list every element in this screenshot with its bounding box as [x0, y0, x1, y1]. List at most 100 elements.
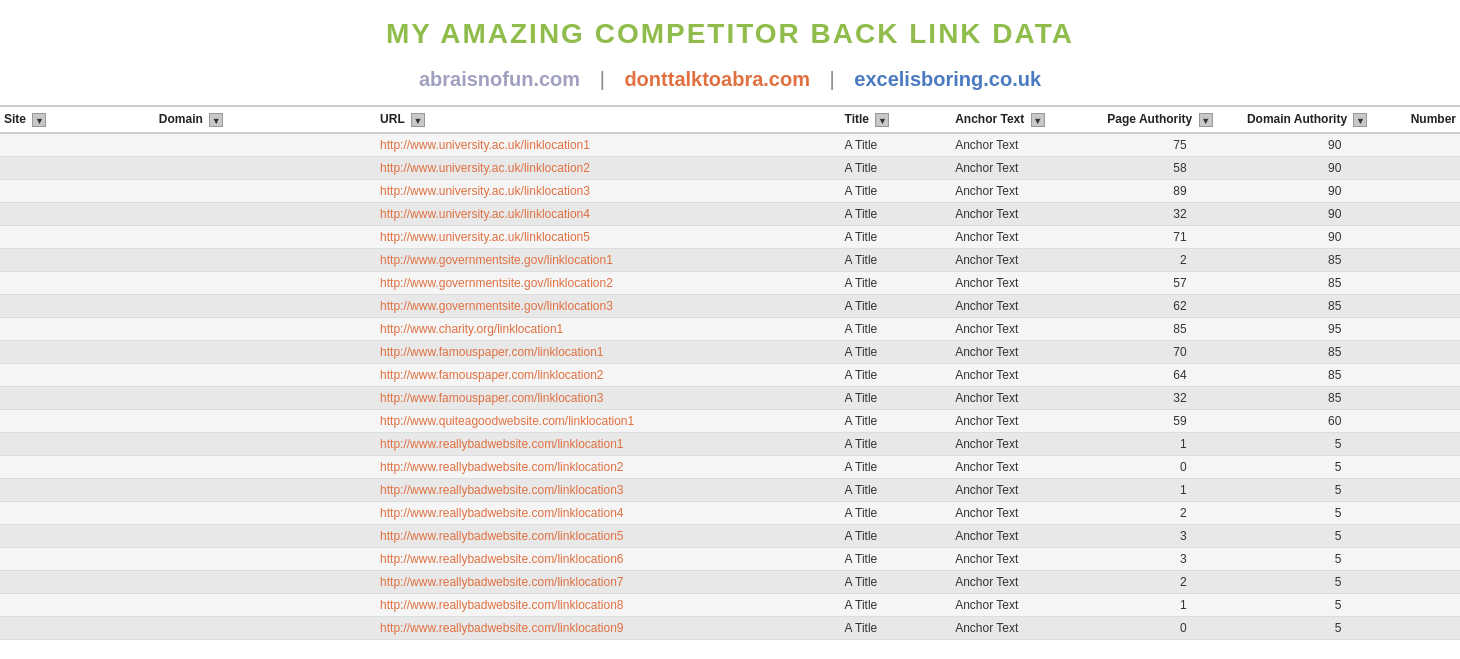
- cell-number: [1371, 524, 1460, 547]
- url-link[interactable]: http://www.famouspaper.com/linklocation3: [380, 391, 603, 405]
- url-link[interactable]: http://www.university.ac.uk/linklocation…: [380, 138, 590, 152]
- th-pa-label: Page Authority: [1107, 112, 1192, 126]
- cell-da: 85: [1217, 248, 1372, 271]
- cell-url[interactable]: http://www.quiteagoodwebsite.com/linkloc…: [376, 409, 841, 432]
- url-link[interactable]: http://www.university.ac.uk/linklocation…: [380, 207, 590, 221]
- site-link-donttalktoabra[interactable]: donttalktoabra.com: [624, 68, 810, 90]
- th-domain-filter[interactable]: ▼: [209, 113, 223, 127]
- cell-anchor: Anchor Text: [951, 179, 1084, 202]
- th-da-filter[interactable]: ▼: [1353, 113, 1367, 127]
- cell-anchor: Anchor Text: [951, 340, 1084, 363]
- url-link[interactable]: http://www.governmentsite.gov/linklocati…: [380, 276, 613, 290]
- cell-url[interactable]: http://www.reallybadwebsite.com/linkloca…: [376, 593, 841, 616]
- cell-title: A Title: [841, 455, 952, 478]
- cell-da: 85: [1217, 386, 1372, 409]
- cell-domain: [155, 156, 376, 179]
- th-site-filter[interactable]: ▼: [32, 113, 46, 127]
- cell-domain: [155, 133, 376, 157]
- cell-pa: 64: [1084, 363, 1217, 386]
- cell-url[interactable]: http://www.famouspaper.com/linklocation2: [376, 363, 841, 386]
- url-link[interactable]: http://www.reallybadwebsite.com/linkloca…: [380, 437, 623, 451]
- table-row: http://www.governmentsite.gov/linklocati…: [0, 271, 1460, 294]
- cell-url[interactable]: http://www.university.ac.uk/linklocation…: [376, 225, 841, 248]
- url-link[interactable]: http://www.famouspaper.com/linklocation2: [380, 368, 603, 382]
- url-link[interactable]: http://www.famouspaper.com/linklocation1: [380, 345, 603, 359]
- th-title-filter[interactable]: ▼: [875, 113, 889, 127]
- cell-domain: [155, 478, 376, 501]
- cell-pa: 71: [1084, 225, 1217, 248]
- cell-title: A Title: [841, 340, 952, 363]
- url-link[interactable]: http://www.reallybadwebsite.com/linkloca…: [380, 552, 623, 566]
- cell-domain: [155, 202, 376, 225]
- cell-domain: [155, 294, 376, 317]
- cell-domain: [155, 547, 376, 570]
- cell-domain: [155, 179, 376, 202]
- cell-number: [1371, 225, 1460, 248]
- cell-number: [1371, 271, 1460, 294]
- cell-anchor: Anchor Text: [951, 593, 1084, 616]
- cell-title: A Title: [841, 432, 952, 455]
- cell-site: [0, 501, 155, 524]
- url-link[interactable]: http://www.reallybadwebsite.com/linkloca…: [380, 460, 623, 474]
- cell-url[interactable]: http://www.reallybadwebsite.com/linkloca…: [376, 616, 841, 639]
- cell-anchor: Anchor Text: [951, 432, 1084, 455]
- cell-url[interactable]: http://www.governmentsite.gov/linklocati…: [376, 271, 841, 294]
- cell-url[interactable]: http://www.university.ac.uk/linklocation…: [376, 156, 841, 179]
- url-link[interactable]: http://www.university.ac.uk/linklocation…: [380, 230, 590, 244]
- page-header: MY AMAZING COMPETITOR BACK LINK DATA: [0, 0, 1460, 60]
- cell-number: [1371, 386, 1460, 409]
- cell-number: [1371, 340, 1460, 363]
- cell-url[interactable]: http://www.reallybadwebsite.com/linkloca…: [376, 501, 841, 524]
- cell-url[interactable]: http://www.charity.org/linklocation1: [376, 317, 841, 340]
- cell-site: [0, 317, 155, 340]
- cell-url[interactable]: http://www.reallybadwebsite.com/linkloca…: [376, 478, 841, 501]
- cell-url[interactable]: http://www.reallybadwebsite.com/linkloca…: [376, 524, 841, 547]
- cell-number: [1371, 294, 1460, 317]
- table-row: http://www.famouspaper.com/linklocation3…: [0, 386, 1460, 409]
- url-link[interactable]: http://www.charity.org/linklocation1: [380, 322, 563, 336]
- cell-anchor: Anchor Text: [951, 317, 1084, 340]
- cell-url[interactable]: http://www.reallybadwebsite.com/linkloca…: [376, 570, 841, 593]
- cell-url[interactable]: http://www.reallybadwebsite.com/linkloca…: [376, 432, 841, 455]
- cell-number: [1371, 133, 1460, 157]
- url-link[interactable]: http://www.reallybadwebsite.com/linkloca…: [380, 598, 623, 612]
- cell-url[interactable]: http://www.reallybadwebsite.com/linkloca…: [376, 547, 841, 570]
- url-link[interactable]: http://www.governmentsite.gov/linklocati…: [380, 299, 613, 313]
- cell-pa: 57: [1084, 271, 1217, 294]
- cell-url[interactable]: http://www.reallybadwebsite.com/linkloca…: [376, 455, 841, 478]
- cell-url[interactable]: http://www.governmentsite.gov/linklocati…: [376, 248, 841, 271]
- cell-url[interactable]: http://www.famouspaper.com/linklocation3: [376, 386, 841, 409]
- url-link[interactable]: http://www.reallybadwebsite.com/linkloca…: [380, 483, 623, 497]
- th-url-filter[interactable]: ▼: [411, 113, 425, 127]
- cell-anchor: Anchor Text: [951, 202, 1084, 225]
- cell-da: 5: [1217, 455, 1372, 478]
- cell-anchor: Anchor Text: [951, 409, 1084, 432]
- url-link[interactable]: http://www.university.ac.uk/linklocation…: [380, 184, 590, 198]
- cell-url[interactable]: http://www.governmentsite.gov/linklocati…: [376, 294, 841, 317]
- cell-url[interactable]: http://www.famouspaper.com/linklocation1: [376, 340, 841, 363]
- page-title: MY AMAZING COMPETITOR BACK LINK DATA: [0, 18, 1460, 50]
- cell-anchor: Anchor Text: [951, 248, 1084, 271]
- cell-anchor: Anchor Text: [951, 156, 1084, 179]
- cell-da: 95: [1217, 317, 1372, 340]
- cell-anchor: Anchor Text: [951, 478, 1084, 501]
- url-link[interactable]: http://www.reallybadwebsite.com/linkloca…: [380, 529, 623, 543]
- url-link[interactable]: http://www.university.ac.uk/linklocation…: [380, 161, 590, 175]
- url-link[interactable]: http://www.reallybadwebsite.com/linkloca…: [380, 621, 623, 635]
- cell-url[interactable]: http://www.university.ac.uk/linklocation…: [376, 202, 841, 225]
- th-pa-filter[interactable]: ▼: [1199, 113, 1213, 127]
- cell-pa: 0: [1084, 616, 1217, 639]
- cell-pa: 58: [1084, 156, 1217, 179]
- url-link[interactable]: http://www.reallybadwebsite.com/linkloca…: [380, 575, 623, 589]
- url-link[interactable]: http://www.quiteagoodwebsite.com/linkloc…: [380, 414, 634, 428]
- url-link[interactable]: http://www.reallybadwebsite.com/linkloca…: [380, 506, 623, 520]
- cell-domain: [155, 455, 376, 478]
- cell-site: [0, 271, 155, 294]
- th-site-label: Site: [4, 112, 26, 126]
- url-link[interactable]: http://www.governmentsite.gov/linklocati…: [380, 253, 613, 267]
- cell-url[interactable]: http://www.university.ac.uk/linklocation…: [376, 179, 841, 202]
- th-anchor-filter[interactable]: ▼: [1031, 113, 1045, 127]
- site-link-excelisboring[interactable]: excelisboring.co.uk: [854, 68, 1041, 90]
- site-link-abraisnofun[interactable]: abraisnofun.com: [419, 68, 580, 90]
- cell-url[interactable]: http://www.university.ac.uk/linklocation…: [376, 133, 841, 157]
